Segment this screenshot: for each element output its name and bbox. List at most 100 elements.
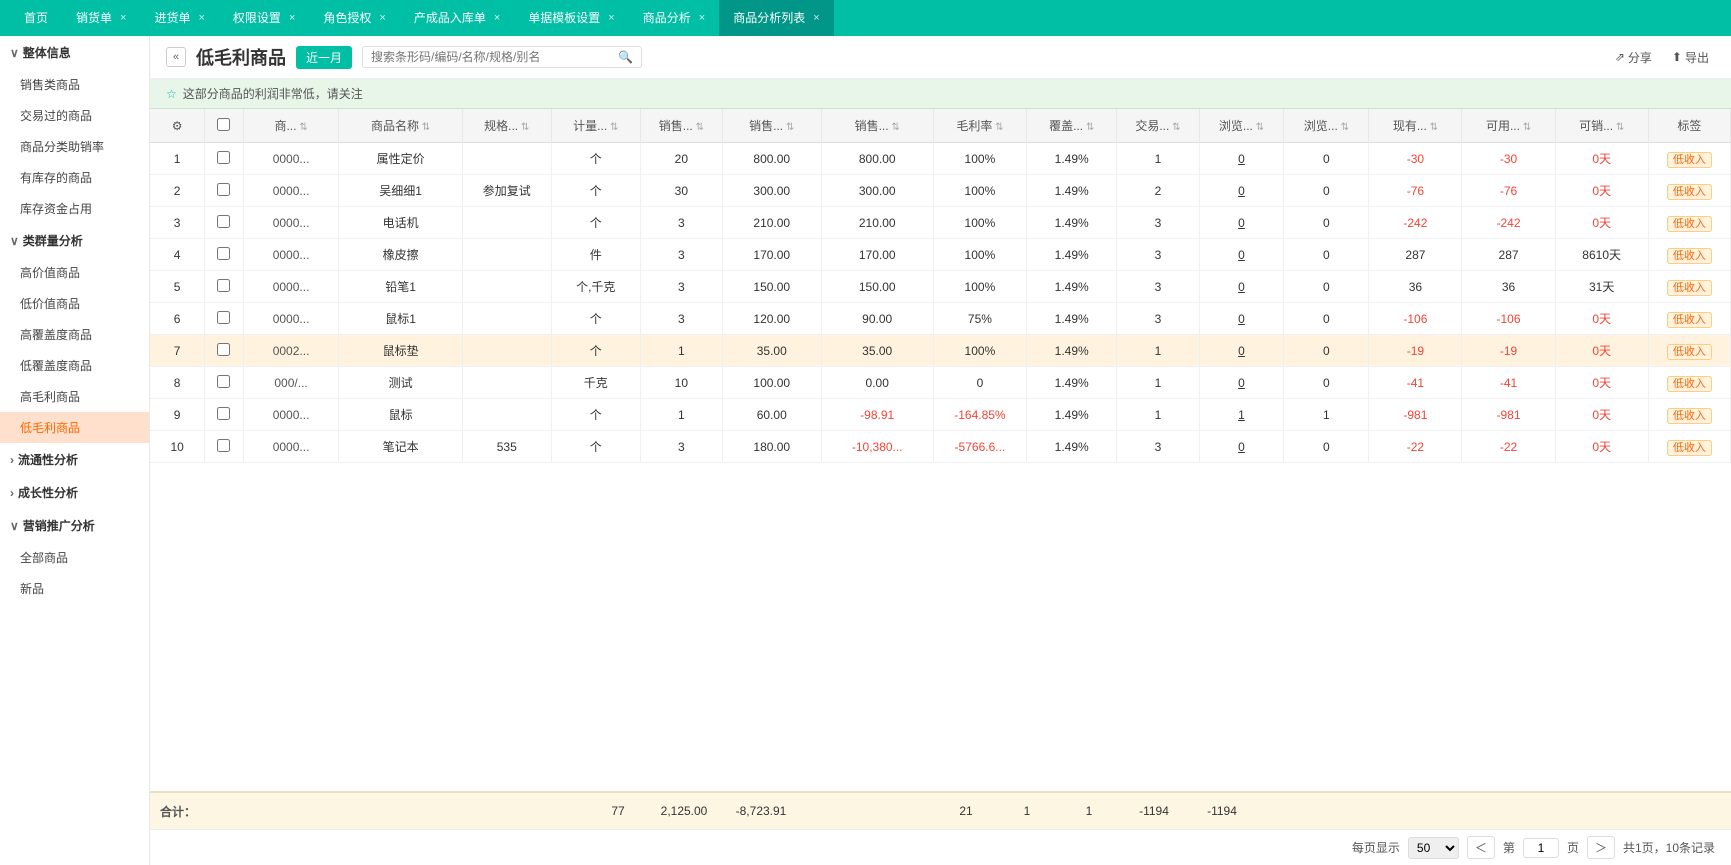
col-view-count2[interactable]: 浏览... bbox=[1284, 109, 1369, 143]
col-cover-rate[interactable]: 覆盖... bbox=[1026, 109, 1116, 143]
row-select[interactable] bbox=[205, 143, 243, 175]
row-checkbox[interactable] bbox=[217, 279, 230, 292]
time-filter-button[interactable]: 近一月 bbox=[296, 46, 352, 69]
row-checkbox[interactable] bbox=[217, 375, 230, 388]
row-view-count[interactable]: 0 bbox=[1199, 271, 1284, 303]
sidebar-item-all-goods[interactable]: 全部商品 bbox=[0, 542, 149, 573]
nav-product-entry[interactable]: 产成品入库单 × bbox=[400, 0, 514, 36]
row-checkbox[interactable] bbox=[217, 183, 230, 196]
sidebar-item-high-value[interactable]: 高价值商品 bbox=[0, 257, 149, 288]
row-checkbox[interactable] bbox=[217, 407, 230, 420]
close-icon[interactable]: × bbox=[198, 0, 204, 36]
select-all-checkbox[interactable] bbox=[217, 118, 230, 131]
row-select[interactable] bbox=[205, 367, 243, 399]
nav-template-settings[interactable]: 单据模板设置 × bbox=[514, 0, 628, 36]
sidebar-item-low-coverage[interactable]: 低覆盖度商品 bbox=[0, 350, 149, 381]
col-name[interactable]: 商品名称 bbox=[339, 109, 462, 143]
row-name[interactable]: 吴细细1 bbox=[339, 175, 462, 207]
row-checkbox[interactable] bbox=[217, 439, 230, 452]
nav-goods-analysis-list[interactable]: 商品分析列表 × bbox=[719, 0, 833, 36]
page-number-input[interactable] bbox=[1523, 838, 1559, 858]
row-select[interactable] bbox=[205, 431, 243, 463]
row-name[interactable]: 橡皮擦 bbox=[339, 239, 462, 271]
row-select[interactable] bbox=[205, 207, 243, 239]
col-sale-amt2[interactable]: 销售... bbox=[821, 109, 933, 143]
close-icon[interactable]: × bbox=[120, 0, 126, 36]
row-checkbox[interactable] bbox=[217, 247, 230, 260]
row-view-count[interactable]: 0 bbox=[1199, 303, 1284, 335]
row-select[interactable] bbox=[205, 271, 243, 303]
sidebar-group-cluster[interactable]: ∨ 类群量分析 bbox=[0, 224, 149, 257]
sidebar-item-stocked-goods[interactable]: 有库存的商品 bbox=[0, 162, 149, 193]
col-spec[interactable]: 规格... bbox=[462, 109, 551, 143]
row-checkbox[interactable] bbox=[217, 215, 230, 228]
share-button[interactable]: ⇗ 分享 bbox=[1609, 46, 1658, 69]
close-icon[interactable]: × bbox=[608, 0, 614, 36]
next-page-button[interactable]: ＞ bbox=[1587, 836, 1615, 859]
nav-purchase-order[interactable]: 进货单 × bbox=[140, 0, 218, 36]
row-view-count[interactable]: 0 bbox=[1199, 431, 1284, 463]
sidebar-item-category-rate[interactable]: 商品分类助销率 bbox=[0, 131, 149, 162]
row-name[interactable]: 铅笔1 bbox=[339, 271, 462, 303]
prev-page-button[interactable]: ＜ bbox=[1467, 836, 1495, 859]
close-icon[interactable]: × bbox=[813, 0, 819, 36]
row-name[interactable]: 鼠标1 bbox=[339, 303, 462, 335]
row-view-count[interactable]: 0 bbox=[1199, 239, 1284, 271]
sidebar-group-growth[interactable]: › 成长性分析 bbox=[0, 476, 149, 509]
sidebar-item-high-gross[interactable]: 高毛利商品 bbox=[0, 381, 149, 412]
sidebar-item-stock-capital[interactable]: 库存资金占用 bbox=[0, 193, 149, 224]
col-sale-amt[interactable]: 销售... bbox=[722, 109, 821, 143]
col-view-count[interactable]: 浏览... bbox=[1199, 109, 1284, 143]
close-icon[interactable]: × bbox=[289, 0, 295, 36]
nav-permission[interactable]: 权限设置 × bbox=[219, 0, 309, 36]
close-icon[interactable]: × bbox=[494, 0, 500, 36]
row-select[interactable] bbox=[205, 239, 243, 271]
nav-goods-analysis[interactable]: 商品分析 × bbox=[629, 0, 719, 36]
sidebar-item-low-value[interactable]: 低价值商品 bbox=[0, 288, 149, 319]
col-settings[interactable]: ⚙ bbox=[150, 109, 205, 143]
export-button[interactable]: ⬆ 导出 bbox=[1666, 46, 1715, 69]
sidebar-item-new-goods[interactable]: 新品 bbox=[0, 573, 149, 604]
row-select[interactable] bbox=[205, 303, 243, 335]
row-view-count[interactable]: 0 bbox=[1199, 367, 1284, 399]
sidebar-item-high-coverage[interactable]: 高覆盖度商品 bbox=[0, 319, 149, 350]
per-page-select[interactable]: 50 20 100 bbox=[1408, 837, 1459, 859]
sidebar-group-overview[interactable]: ∨ 整体信息 bbox=[0, 36, 149, 69]
row-name[interactable]: 属性定价 bbox=[339, 143, 462, 175]
row-view-count[interactable]: 0 bbox=[1199, 143, 1284, 175]
sidebar-group-marketing[interactable]: ∨ 营销推广分析 bbox=[0, 509, 149, 542]
row-select[interactable] bbox=[205, 335, 243, 367]
row-select[interactable] bbox=[205, 175, 243, 207]
row-view-count[interactable]: 0 bbox=[1199, 207, 1284, 239]
row-checkbox[interactable] bbox=[217, 311, 230, 324]
col-sale-qty[interactable]: 销售... bbox=[640, 109, 722, 143]
row-name[interactable]: 鼠标 bbox=[339, 399, 462, 431]
row-checkbox[interactable] bbox=[217, 343, 230, 356]
col-trade-count[interactable]: 交易... bbox=[1117, 109, 1199, 143]
row-view-count[interactable]: 0 bbox=[1199, 175, 1284, 207]
row-name[interactable]: 电话机 bbox=[339, 207, 462, 239]
col-avail-stock[interactable]: 可用... bbox=[1462, 109, 1555, 143]
search-input[interactable] bbox=[371, 50, 618, 64]
row-view-count[interactable]: 0 bbox=[1199, 335, 1284, 367]
col-unit[interactable]: 计量... bbox=[551, 109, 640, 143]
row-name[interactable]: 测试 bbox=[339, 367, 462, 399]
search-icon[interactable]: 🔍 bbox=[618, 50, 633, 64]
nav-role-auth[interactable]: 角色授权 × bbox=[309, 0, 399, 36]
row-view-count[interactable]: 1 bbox=[1199, 399, 1284, 431]
col-sale-stock[interactable]: 可销... bbox=[1555, 109, 1648, 143]
sidebar-item-low-gross[interactable]: 低毛利商品 bbox=[0, 412, 149, 443]
col-current-stock[interactable]: 现有... bbox=[1369, 109, 1462, 143]
row-name[interactable]: 鼠标垫 bbox=[339, 335, 462, 367]
sidebar-item-traded-goods[interactable]: 交易过的商品 bbox=[0, 100, 149, 131]
col-gross-rate[interactable]: 毛利率 bbox=[933, 109, 1026, 143]
row-checkbox[interactable] bbox=[217, 151, 230, 164]
row-name[interactable]: 笔记本 bbox=[339, 431, 462, 463]
nav-home[interactable]: 首页 bbox=[10, 0, 62, 36]
close-icon[interactable]: × bbox=[699, 0, 705, 36]
close-icon[interactable]: × bbox=[379, 0, 385, 36]
sidebar-group-liquidity[interactable]: › 流通性分析 bbox=[0, 443, 149, 476]
nav-sales-order[interactable]: 销货单 × bbox=[62, 0, 140, 36]
collapse-sidebar-button[interactable]: « bbox=[166, 47, 186, 67]
col-code[interactable]: 商... bbox=[243, 109, 339, 143]
